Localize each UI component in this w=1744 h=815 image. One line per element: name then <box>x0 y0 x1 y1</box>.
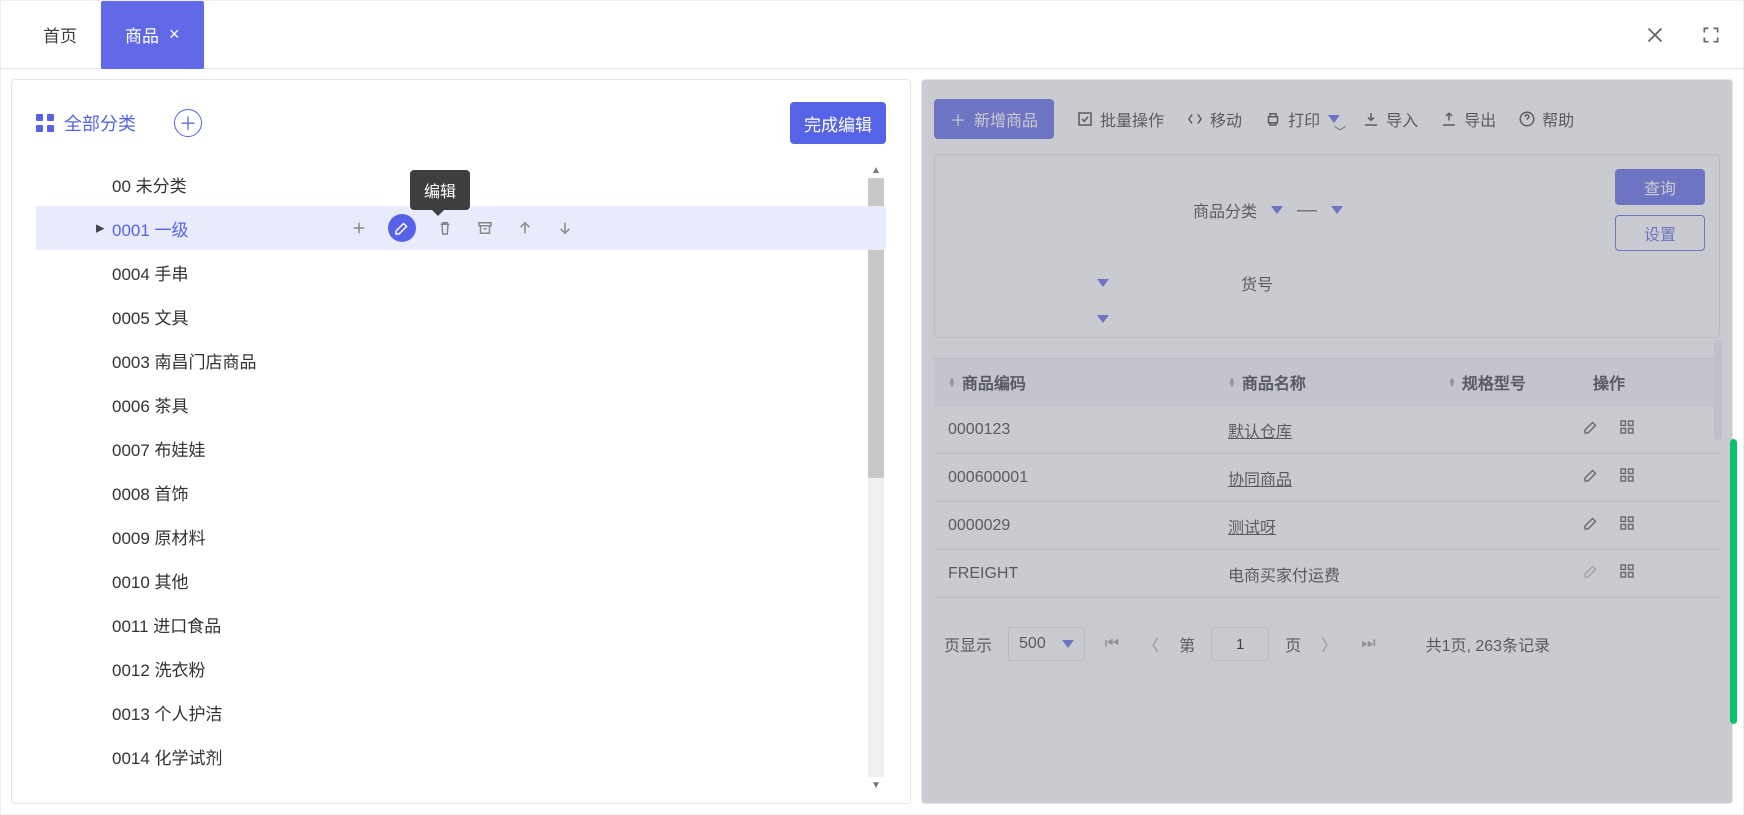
category-item[interactable]: 0011 进口食品 <box>36 602 886 646</box>
add-category-icon[interactable]: ＋ <box>174 109 202 137</box>
category-label: 0001 一级 <box>112 216 189 241</box>
category-item[interactable]: 0007 布娃娃 <box>36 426 886 470</box>
category-item[interactable]: 0014 化学试剂 <box>36 734 886 778</box>
fullscreen-icon[interactable] <box>1693 17 1729 53</box>
category-item[interactable]: ▸ 0001 一级 编辑 <box>36 206 886 250</box>
tab-bar: 首页 商品 × <box>1 1 1743 69</box>
table-scrollbar[interactable] <box>1714 340 1722 440</box>
resize-handle[interactable] <box>1730 439 1737 724</box>
category-label: 0004 手串 <box>112 260 189 285</box>
category-tree: ▲ ▼ 00 未分类▸0001 一级编辑0004 手串0005 文具0003 南… <box>36 162 886 793</box>
category-label: 0011 进口食品 <box>112 612 221 637</box>
product-panel: ＋ 新增商品 批量操作 移动 打印﹀ 导入 导出 帮助 商品分类 <box>921 79 1733 804</box>
category-label: 0010 其他 <box>112 568 189 593</box>
category-label: 0014 化学试剂 <box>112 744 223 769</box>
add-icon[interactable] <box>348 217 370 239</box>
scroll-down-icon[interactable]: ▼ <box>868 777 884 793</box>
category-item[interactable]: 0008 首饰 <box>36 470 886 514</box>
category-label: 0013 个人护洁 <box>112 700 223 725</box>
category-item[interactable]: 0013 个人护洁 <box>36 690 886 734</box>
category-item[interactable]: 0010 其他 <box>36 558 886 602</box>
tab-product[interactable]: 商品 × <box>101 1 204 69</box>
close-all-icon[interactable] <box>1637 17 1673 53</box>
tab-product-label: 商品 <box>125 22 159 47</box>
expand-icon[interactable]: ▸ <box>96 218 105 238</box>
category-label: 0005 文具 <box>112 304 189 329</box>
archive-icon[interactable] <box>474 217 496 239</box>
panel-title-label: 全部分类 <box>64 110 136 136</box>
tooltip: 编辑 <box>410 170 470 210</box>
category-item[interactable]: 0012 洗衣粉 <box>36 646 886 690</box>
category-label: 0007 布娃娃 <box>112 436 206 461</box>
category-item[interactable]: 0003 南昌门店商品 <box>36 338 886 382</box>
panel-title[interactable]: 全部分类 <box>36 110 136 136</box>
category-label: 0012 洗衣粉 <box>112 656 206 681</box>
delete-icon[interactable] <box>434 217 456 239</box>
category-label: 00 未分类 <box>112 172 187 197</box>
category-item[interactable]: 0009 原材料 <box>36 514 886 558</box>
tab-home[interactable]: 首页 <box>19 1 101 69</box>
finish-edit-button[interactable]: 完成编辑 <box>790 102 886 144</box>
category-label: 0008 首饰 <box>112 480 189 505</box>
category-label: 0003 南昌门店商品 <box>112 348 257 373</box>
move-up-icon[interactable] <box>514 217 536 239</box>
category-label: 0009 原材料 <box>112 524 206 549</box>
category-item[interactable]: 0005 文具 <box>36 294 886 338</box>
modal-overlay <box>922 80 1732 803</box>
category-label: 0006 茶具 <box>112 392 189 417</box>
category-item[interactable]: 0006 茶具 <box>36 382 886 426</box>
category-panel: 全部分类 ＋ 完成编辑 ▲ ▼ 00 未分类▸0001 一级编辑0004 手串0… <box>11 79 911 804</box>
edit-icon[interactable]: 编辑 <box>388 214 416 242</box>
move-down-icon[interactable] <box>554 217 576 239</box>
close-icon[interactable]: × <box>169 24 180 45</box>
grid-icon <box>36 114 54 132</box>
category-item[interactable]: 0004 手串 <box>36 250 886 294</box>
